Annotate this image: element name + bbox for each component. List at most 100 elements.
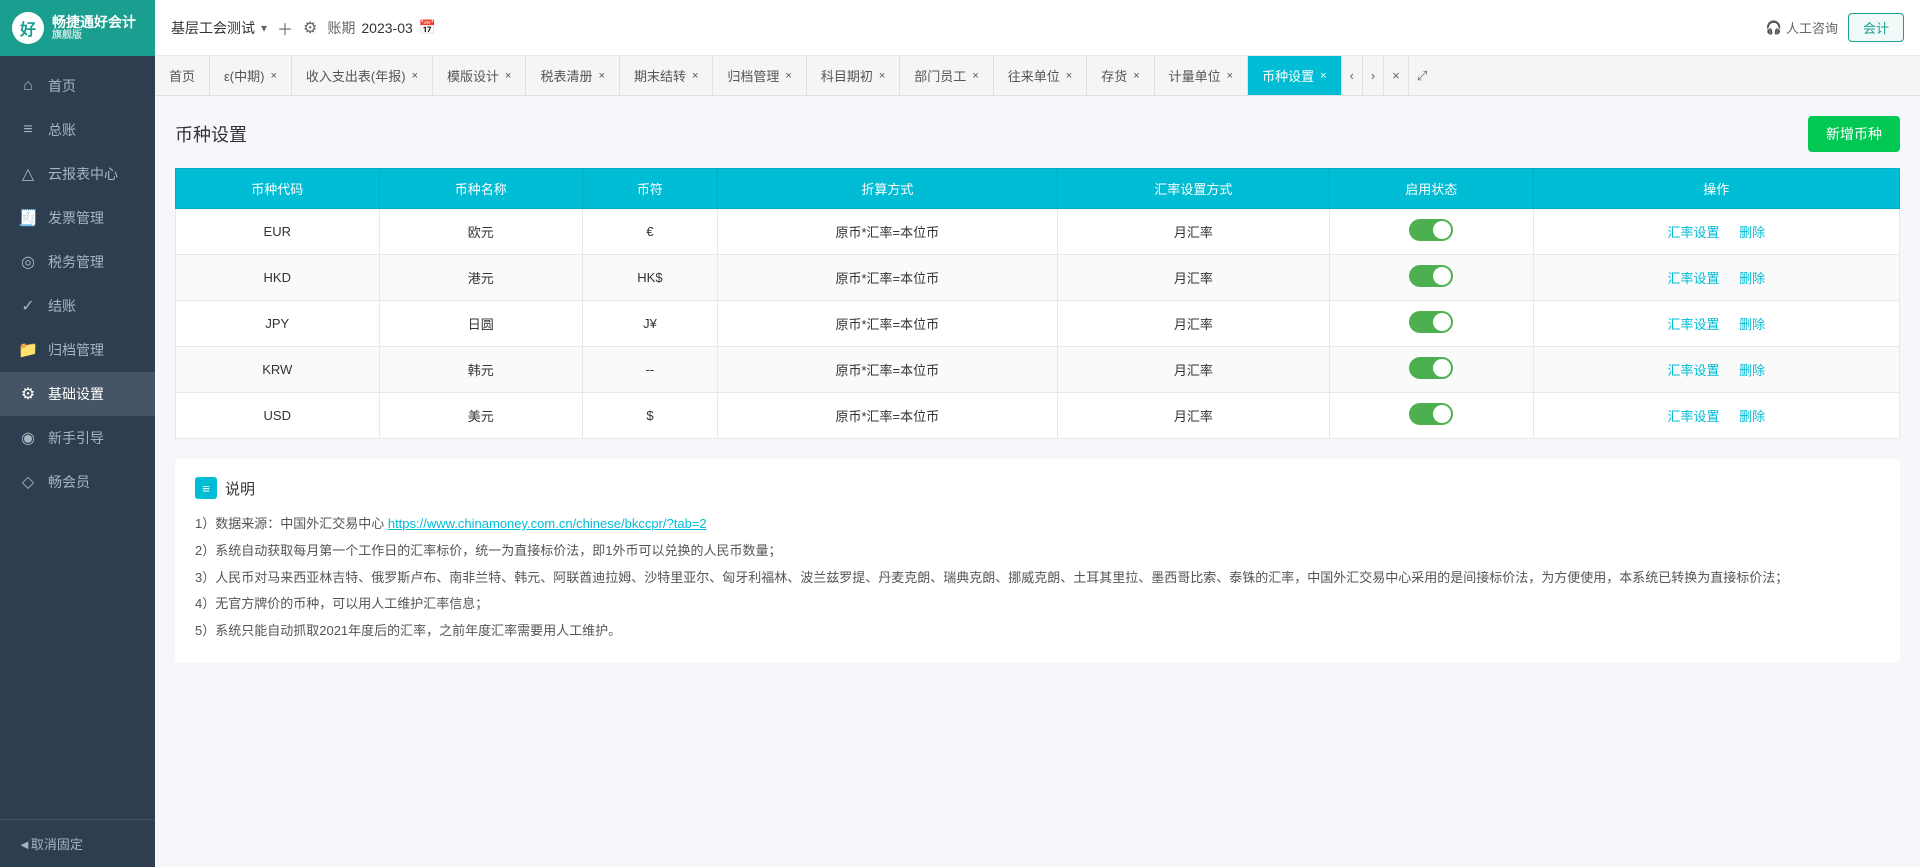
cell-status	[1330, 209, 1534, 255]
col-code: 币种代码	[176, 169, 380, 209]
tab-dept-staff[interactable]: 部门员工 ×	[900, 56, 993, 95]
delete-link[interactable]: 删除	[1739, 317, 1765, 332]
tab-period-transfer[interactable]: 期末结转 ×	[620, 56, 713, 95]
col-calc: 折算方式	[717, 169, 1057, 209]
rate-setting-link[interactable]: 汇率设置	[1667, 225, 1719, 240]
close-icon[interactable]: ×	[1066, 70, 1072, 82]
sidebar: 好 畅捷通好会计 旗舰版 ⌂ 首页 ≡ 总账 △ 云报表中心 🧾 发票管理 ◎ …	[0, 0, 155, 867]
tab-tax-list[interactable]: 税表清册 ×	[526, 56, 619, 95]
tab-next-button[interactable]: ›	[1363, 56, 1384, 96]
delete-link[interactable]: 删除	[1739, 225, 1765, 240]
enable-toggle[interactable]	[1409, 219, 1453, 241]
close-icon[interactable]: ×	[972, 70, 978, 82]
tab-expand-button[interactable]: ⤢	[1409, 56, 1435, 96]
chevron-down-icon: ▾	[261, 21, 267, 35]
close-icon[interactable]: ×	[879, 70, 885, 82]
add-company-button[interactable]: ＋	[277, 16, 293, 40]
delete-link[interactable]: 删除	[1739, 271, 1765, 286]
rate-setting-link[interactable]: 汇率设置	[1667, 409, 1719, 424]
cell-name: 欧元	[379, 209, 583, 255]
close-icon[interactable]: ×	[270, 70, 276, 82]
chinamoney-link[interactable]: https://www.chinamoney.com.cn/chinese/bk…	[388, 516, 707, 531]
sidebar-pin-toggle[interactable]: ◄取消固定	[0, 819, 155, 867]
close-icon[interactable]: ×	[599, 70, 605, 82]
sidebar-item-invoice[interactable]: 🧾 发票管理	[0, 196, 155, 240]
notes-list: 1）数据来源：中国外汇交易中心 https://www.chinamoney.c…	[195, 511, 1880, 645]
cell-symbol: €	[583, 209, 718, 255]
table-row: KRW 韩元 -- 原币*汇率=本位币 月汇率 汇率设置 删除	[176, 347, 1900, 393]
tab-unit[interactable]: 计量单位 ×	[1155, 56, 1248, 95]
close-icon[interactable]: ×	[505, 70, 511, 82]
cell-action: 汇率设置 删除	[1533, 255, 1899, 301]
logo-name: 畅捷通好会计	[52, 14, 136, 31]
sidebar-item-tax[interactable]: ◎ 税务管理	[0, 240, 155, 284]
cell-rate-type: 月汇率	[1057, 347, 1329, 393]
tab-annual-report[interactable]: 收入支出表(年报) ×	[292, 56, 433, 95]
cell-action: 汇率设置 删除	[1533, 301, 1899, 347]
user-role-button[interactable]: 会计	[1848, 13, 1904, 42]
tab-label: 归档管理	[727, 66, 779, 85]
tab-subject-init[interactable]: 科目期初 ×	[807, 56, 900, 95]
enable-toggle[interactable]	[1409, 265, 1453, 287]
cell-status	[1330, 347, 1534, 393]
cell-status	[1330, 255, 1534, 301]
headset-icon: 🎧	[1766, 20, 1782, 36]
content-area: 币种设置 新增币种 币种代码 币种名称 币符 折算方式 汇率设置方式 启用状态 …	[155, 96, 1920, 867]
tab-inventory[interactable]: 存货 ×	[1087, 56, 1154, 95]
cell-action: 汇率设置 删除	[1533, 209, 1899, 255]
rate-setting-link[interactable]: 汇率设置	[1667, 363, 1719, 378]
enable-toggle[interactable]	[1409, 403, 1453, 425]
close-icon[interactable]: ×	[1227, 70, 1233, 82]
ledger-icon: ≡	[18, 121, 38, 139]
company-selector[interactable]: 基层工会测试 ▾	[171, 18, 267, 38]
cell-name: 日圆	[379, 301, 583, 347]
sidebar-item-member[interactable]: ◇ 畅会员	[0, 460, 155, 504]
notes-title-text: 说明	[225, 478, 255, 499]
close-icon[interactable]: ×	[412, 70, 418, 82]
table-row: EUR 欧元 € 原币*汇率=本位币 月汇率 汇率设置 删除	[176, 209, 1900, 255]
tab-prev-button[interactable]: ‹	[1342, 56, 1363, 96]
close-icon[interactable]: ×	[1133, 70, 1139, 82]
tab-template[interactable]: 模版设计 ×	[433, 56, 526, 95]
tab-close-all-button[interactable]: ×	[1384, 56, 1409, 96]
tab-label: 计量单位	[1169, 66, 1221, 85]
enable-toggle[interactable]	[1409, 311, 1453, 333]
rate-setting-link[interactable]: 汇率设置	[1667, 317, 1719, 332]
cell-symbol: HK$	[583, 255, 718, 301]
sidebar-item-archive[interactable]: 📁 归档管理	[0, 328, 155, 372]
sidebar-item-ledger[interactable]: ≡ 总账	[0, 108, 155, 152]
settings-icon[interactable]: ⚙	[303, 18, 317, 38]
cell-symbol: --	[583, 347, 718, 393]
tab-counterparty[interactable]: 往来单位 ×	[994, 56, 1087, 95]
archive-icon: 📁	[18, 340, 38, 360]
enable-toggle[interactable]	[1409, 357, 1453, 379]
delete-link[interactable]: 删除	[1739, 409, 1765, 424]
tab-currency[interactable]: 币种设置 ×	[1248, 56, 1341, 95]
table-row: USD 美元 $ 原币*汇率=本位币 月汇率 汇率设置 删除	[176, 393, 1900, 439]
sidebar-item-home[interactable]: ⌂ 首页	[0, 64, 155, 108]
tab-label: 部门员工	[914, 66, 966, 85]
cell-code: EUR	[176, 209, 380, 255]
close-icon[interactable]: ×	[1320, 70, 1326, 82]
tab-midterm[interactable]: ε(中期) ×	[210, 56, 292, 95]
tab-archive[interactable]: 归档管理 ×	[713, 56, 806, 95]
cell-name: 韩元	[379, 347, 583, 393]
delete-link[interactable]: 删除	[1739, 363, 1765, 378]
service-button[interactable]: 🎧 人工咨询	[1766, 18, 1838, 37]
new-currency-button[interactable]: 新增币种	[1808, 116, 1900, 152]
sidebar-item-reports[interactable]: △ 云报表中心	[0, 152, 155, 196]
sidebar-item-settlement[interactable]: ✓ 结账	[0, 284, 155, 328]
close-icon[interactable]: ×	[785, 70, 791, 82]
cell-rate-type: 月汇率	[1057, 255, 1329, 301]
sidebar-nav: ⌂ 首页 ≡ 总账 △ 云报表中心 🧾 发票管理 ◎ 税务管理 ✓ 结账 📁 归…	[0, 56, 155, 819]
calendar-icon[interactable]: 📅	[419, 19, 436, 36]
rate-setting-link[interactable]: 汇率设置	[1667, 271, 1719, 286]
cell-status	[1330, 301, 1534, 347]
sidebar-item-guide[interactable]: ◉ 新手引导	[0, 416, 155, 460]
sidebar-item-label: 云报表中心	[48, 164, 118, 184]
member-icon: ◇	[18, 472, 38, 492]
sidebar-item-basic[interactable]: ⚙ 基础设置	[0, 372, 155, 416]
close-icon[interactable]: ×	[692, 70, 698, 82]
tab-home[interactable]: 首页	[155, 56, 210, 95]
cell-code: HKD	[176, 255, 380, 301]
